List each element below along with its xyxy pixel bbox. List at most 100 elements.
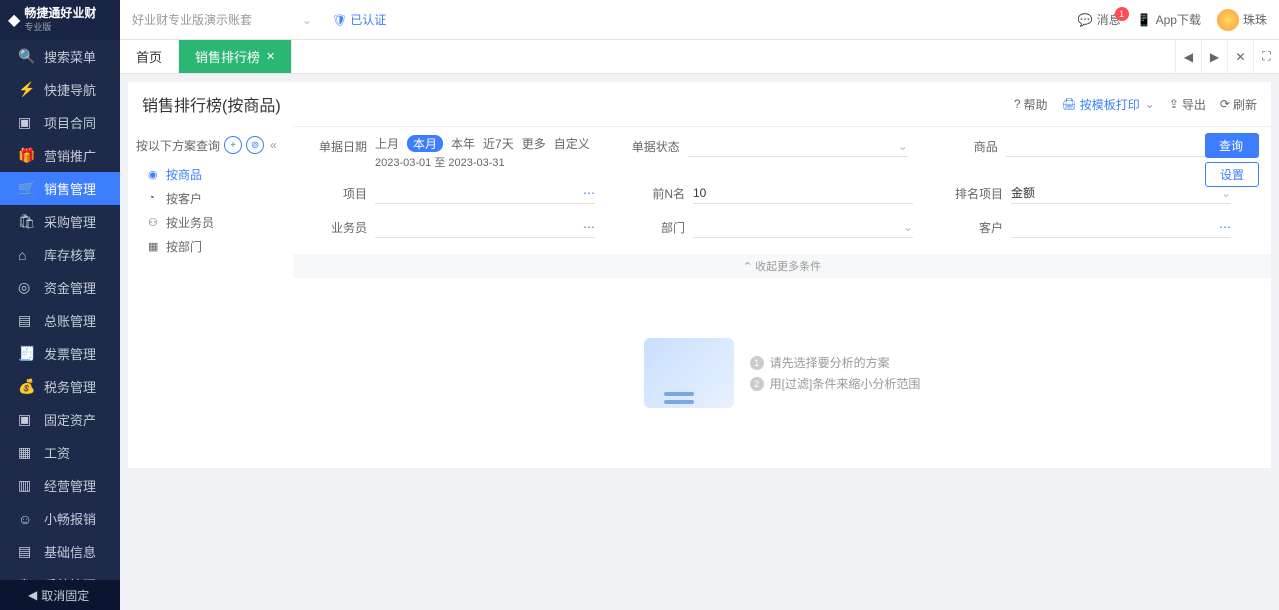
empty-graphic — [644, 338, 734, 408]
help-button[interactable]: ?帮助 — [1014, 96, 1048, 113]
lightning-icon: ⚡ — [18, 81, 38, 98]
nav-sales[interactable]: 🛒销售管理 — [0, 172, 120, 205]
nav-inventory[interactable]: ⌂库存核算 — [0, 238, 120, 271]
nav-purchase[interactable]: 🛍采购管理 — [0, 205, 120, 238]
tab-sales-ranking[interactable]: 销售排行榜 ✕ — [179, 40, 292, 73]
settings-button[interactable]: 设置 — [1205, 162, 1259, 187]
nav-basic[interactable]: ▤基础信息 — [0, 535, 120, 568]
filter-panel: 查询 设置 单据日期 上月 本月 本年 近7天 更多 — [293, 126, 1271, 254]
scheme-item-product[interactable]: ◉按商品 — [148, 162, 285, 186]
tax-icon: 💰 — [18, 378, 38, 395]
chevron-down-icon: ⌄ — [903, 220, 913, 234]
main-content: 销售排行榜(按商品) ?帮助 🖨按模板打印⌄ ⇪导出 ⟳刷新 按以下方案查询 +… — [120, 74, 1279, 610]
nav-list: 🔍搜索菜单 ⚡快捷导航 ▣项目合同 🎁营销推广 🛒销售管理 🛍采购管理 ⌂库存核… — [0, 40, 120, 580]
info-icon: ▤ — [18, 543, 38, 560]
date-opt-lastmonth[interactable]: 上月 — [375, 135, 399, 152]
coin-icon: ◎ — [18, 279, 38, 296]
scheme-item-salesman[interactable]: ⚇按业务员 — [148, 210, 285, 234]
nav-finance[interactable]: ◎资金管理 — [0, 271, 120, 304]
help-icon: ? — [1014, 97, 1021, 111]
app-download-link[interactable]: 📱 App下载 — [1137, 11, 1201, 28]
page-title: 销售排行榜(按商品) — [142, 92, 281, 116]
logo-icon: ◆ — [8, 10, 20, 30]
scheme-settings-button[interactable]: ⊚ — [246, 136, 264, 154]
pin-icon: ◀ — [28, 588, 37, 602]
tab-close-all[interactable]: ✕ — [1227, 40, 1253, 74]
gift-icon: 🎁 — [18, 147, 38, 164]
date-opt-thismonth[interactable]: 本月 — [407, 135, 443, 152]
search-icon: 🔍 — [18, 48, 38, 65]
filter-product[interactable]: 商品 ⋯ — [938, 135, 1226, 170]
scheme-panel: 按以下方案查询 + ⊚ « ◉按商品 ◔按客户 ⚇按业务员 ▦按部门 — [128, 126, 293, 468]
nav-tax[interactable]: 💰税务管理 — [0, 370, 120, 403]
nav-ledger[interactable]: ▤总账管理 — [0, 304, 120, 337]
export-button[interactable]: ⇪导出 — [1169, 96, 1206, 113]
verified-badge: 🛡 已认证 — [332, 11, 386, 28]
asset-icon: ▣ — [18, 411, 38, 428]
date-opt-more[interactable]: 更多 — [522, 135, 546, 152]
print-button[interactable]: 🖨按模板打印⌄ — [1062, 96, 1155, 113]
workspace-selector[interactable]: 好业财专业版演示账套 ⌄ — [132, 11, 312, 28]
nav-operation[interactable]: ▥经营管理 — [0, 469, 120, 502]
more-icon[interactable]: ⋯ — [583, 220, 595, 234]
avatar — [1217, 9, 1239, 31]
filter-salesman[interactable]: 业务员 ⋯ — [307, 216, 595, 238]
chevron-down-icon: ⌄ — [1221, 186, 1231, 200]
ledger-icon: ▤ — [18, 312, 38, 329]
fullscreen-button[interactable]: ⛶ — [1253, 40, 1279, 74]
cube-icon: ◉ — [148, 168, 166, 181]
nav-invoice[interactable]: 🧾发票管理 — [0, 337, 120, 370]
sidebar-footer[interactable]: ◀ 取消固定 — [0, 580, 120, 610]
cart-icon: 🛒 — [18, 180, 38, 197]
filter-dept[interactable]: 部门 ⌄ — [625, 216, 913, 238]
nav-marketing[interactable]: 🎁营销推广 — [0, 139, 120, 172]
scheme-item-dept[interactable]: ▦按部门 — [148, 234, 285, 258]
collapse-scheme-button[interactable]: « — [270, 138, 277, 152]
more-icon[interactable]: ⋯ — [583, 186, 595, 200]
filter-topn[interactable]: 前N名 10 — [625, 182, 913, 204]
filter-rankby[interactable]: 排名项目 金额⌄ — [943, 182, 1231, 204]
tab-prev[interactable]: ◀ — [1175, 40, 1201, 74]
query-button[interactable]: 查询 — [1205, 133, 1259, 158]
close-icon[interactable]: ✕ — [266, 50, 275, 63]
empty-tip-1: 1请先选择要分析的方案 — [750, 354, 921, 371]
date-opt-custom[interactable]: 自定义 — [554, 135, 590, 152]
grid-icon: ▦ — [148, 240, 166, 253]
date-range-text: 2023-03-01 至 2023-03-31 — [375, 154, 590, 170]
refresh-button[interactable]: ⟳刷新 — [1220, 96, 1257, 113]
filter-project[interactable]: 项目 ⋯ — [307, 182, 595, 204]
more-icon[interactable]: ⋯ — [1219, 220, 1231, 234]
nav-system[interactable]: ⚙系统管理 — [0, 568, 120, 580]
nav-expense[interactable]: ☺小畅报销 — [0, 502, 120, 535]
tab-home[interactable]: 首页 — [120, 40, 179, 73]
messages-link[interactable]: 💬 消息 1 — [1078, 11, 1121, 28]
filter-status[interactable]: 单据状态 ⌄ — [620, 135, 908, 170]
scheme-header: 按以下方案查询 + ⊚ « — [136, 136, 285, 154]
shield-icon: 🛡 — [332, 13, 347, 27]
nav-search-menu[interactable]: 🔍搜索菜单 — [0, 40, 120, 73]
doc-icon: ▣ — [18, 114, 38, 131]
brand-name: 畅捷通好业财 — [24, 7, 96, 20]
date-opt-7d[interactable]: 近7天 — [483, 135, 514, 152]
message-badge: 1 — [1115, 7, 1129, 21]
nav-quick[interactable]: ⚡快捷导航 — [0, 73, 120, 106]
nav-project-contract[interactable]: ▣项目合同 — [0, 106, 120, 139]
empty-state: 1请先选择要分析的方案 2用[过滤]条件来缩小分析范围 — [293, 278, 1271, 468]
filter-date: 单据日期 上月 本月 本年 近7天 更多 自定义 2023-03-01 至 20… — [307, 135, 590, 170]
chart-icon: ▥ — [18, 477, 38, 494]
nav-asset[interactable]: ▣固定资产 — [0, 403, 120, 436]
user-menu[interactable]: 珠珠 — [1217, 9, 1267, 31]
receipt-icon: 🧾 — [18, 345, 38, 362]
add-scheme-button[interactable]: + — [224, 136, 242, 154]
date-opt-thisyear[interactable]: 本年 — [451, 135, 475, 152]
tab-next[interactable]: ▶ — [1201, 40, 1227, 74]
collapse-filters[interactable]: ⌃ 收起更多条件 — [293, 254, 1271, 278]
page-header: 销售排行榜(按商品) ?帮助 🖨按模板打印⌄ ⇪导出 ⟳刷新 — [128, 82, 1271, 126]
brand-edition: 专业版 — [24, 20, 96, 33]
arrow-up-icon: ⌃ — [743, 261, 752, 273]
clock-icon: ◔ — [148, 192, 166, 204]
scheme-item-customer[interactable]: ◔按客户 — [148, 186, 285, 210]
print-icon: 🖨 — [1062, 97, 1077, 111]
nav-salary[interactable]: ▦工资 — [0, 436, 120, 469]
filter-customer[interactable]: 客户 ⋯ — [943, 216, 1231, 238]
